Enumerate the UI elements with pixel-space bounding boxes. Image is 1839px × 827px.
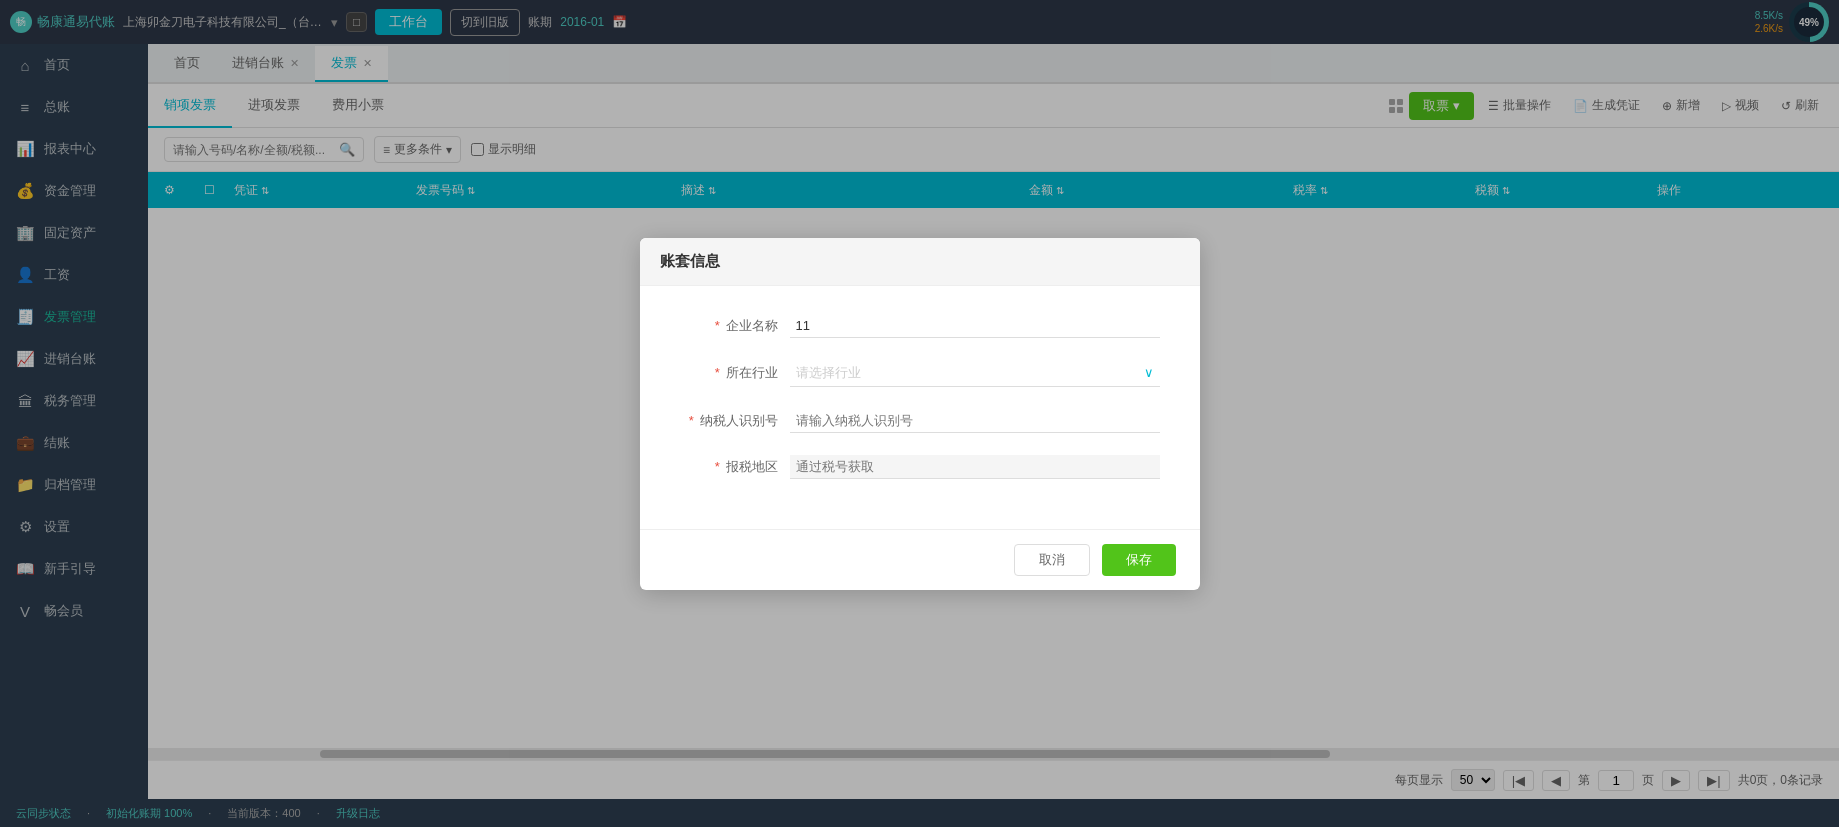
industry-label: * 所在行业 [680,364,790,382]
account-info-modal: 账套信息 * 企业名称 * 所在行业 请选择行业 ∨ [640,238,1200,590]
required-star-tax: * [689,413,694,428]
tax-id-input[interactable] [790,409,1160,433]
modal-overlay: 账套信息 * 企业名称 * 所在行业 请选择行业 ∨ [0,0,1839,827]
modal-title: 账套信息 [660,252,720,269]
form-row-tax-region: * 报税地区 [680,455,1160,479]
industry-placeholder: 请选择行业 [796,364,861,382]
modal-footer: 取消 保存 [640,529,1200,590]
industry-select[interactable]: 请选择行业 ∨ [790,360,1160,387]
company-label: * 企业名称 [680,317,790,335]
modal-header: 账套信息 [640,238,1200,286]
tax-id-label: * 纳税人识别号 [680,412,790,430]
tax-region-input [790,455,1160,479]
form-row-company: * 企业名称 [680,314,1160,338]
form-row-industry: * 所在行业 请选择行业 ∨ [680,360,1160,387]
required-star-region: * [715,459,720,474]
save-button[interactable]: 保存 [1102,544,1176,576]
tax-region-label: * 报税地区 [680,458,790,476]
cancel-button[interactable]: 取消 [1014,544,1090,576]
required-star-industry: * [715,365,720,380]
form-row-tax-id: * 纳税人识别号 [680,409,1160,433]
company-name-input[interactable] [790,314,1160,338]
required-star-company: * [715,318,720,333]
modal-body: * 企业名称 * 所在行业 请选择行业 ∨ * 纳 [640,286,1200,529]
industry-chevron-icon: ∨ [1144,365,1154,380]
